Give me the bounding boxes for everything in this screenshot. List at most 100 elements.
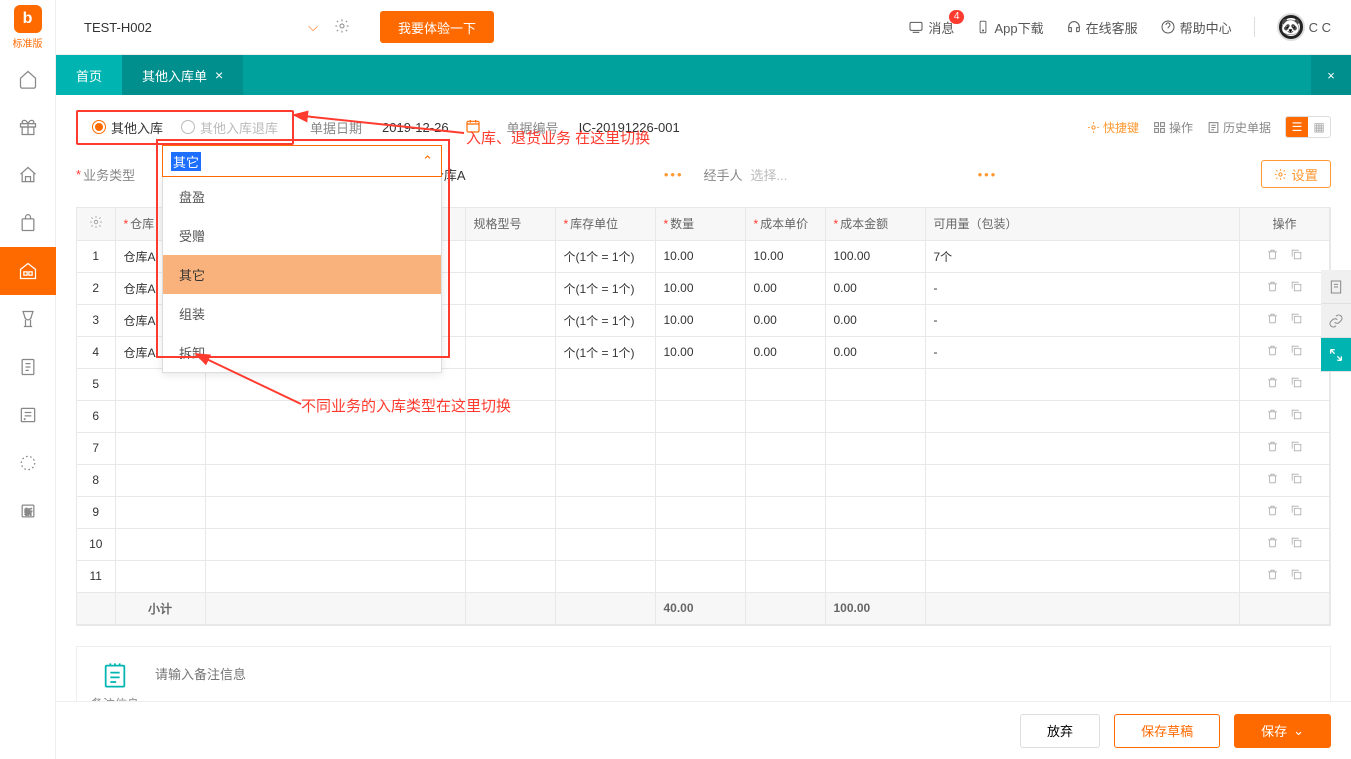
delete-icon[interactable] xyxy=(1266,472,1279,485)
nav-settings-icon[interactable] xyxy=(0,439,56,487)
copy-icon[interactable] xyxy=(1290,504,1303,517)
dropdown-item[interactable]: 组装 xyxy=(163,294,441,333)
copy-icon[interactable] xyxy=(1290,408,1303,421)
nav-home-icon[interactable] xyxy=(0,55,56,103)
nav-gift-icon[interactable] xyxy=(0,103,56,151)
nav-warehouse-icon[interactable] xyxy=(0,247,56,295)
radio-other-return[interactable]: 其他入库退库 xyxy=(181,118,278,137)
table-row[interactable]: 11 xyxy=(77,560,1330,592)
col-gear[interactable] xyxy=(77,208,115,240)
nav-procure-icon[interactable] xyxy=(0,151,56,199)
history-link[interactable]: 历史单据 xyxy=(1207,119,1271,136)
radio-other-in[interactable]: 其他入库 xyxy=(92,118,163,137)
operation-link[interactable]: 操作 xyxy=(1153,119,1193,136)
delete-icon[interactable] xyxy=(1266,408,1279,421)
svg-text:新: 新 xyxy=(24,506,32,516)
chevron-up-icon: ⌃ xyxy=(422,153,433,169)
delete-icon[interactable] xyxy=(1266,376,1279,389)
float-link-icon[interactable] xyxy=(1321,304,1351,338)
copy-icon[interactable] xyxy=(1290,312,1303,325)
warehouse-more-icon[interactable]: ••• xyxy=(664,167,684,182)
view-list-icon[interactable]: ☰ xyxy=(1286,117,1308,137)
trial-button[interactable]: 我要体验一下 xyxy=(380,11,494,43)
table-row[interactable]: 10 xyxy=(77,528,1330,560)
tab-home[interactable]: 首页 xyxy=(56,55,122,95)
dropdown-item[interactable]: 拆卸 xyxy=(163,333,441,372)
help-center-button[interactable]: 帮助中心 xyxy=(1160,18,1232,37)
subtotal-qty: 40.00 xyxy=(655,592,745,624)
biz-type-dropdown: 盘盈受赠其它组装拆卸 xyxy=(162,177,442,373)
app-download-button[interactable]: App下载 xyxy=(976,18,1043,37)
save-draft-button[interactable]: 保存草稿 xyxy=(1114,714,1220,748)
chevron-down-icon: ⌵ xyxy=(308,19,318,35)
settings-button[interactable]: 设置 xyxy=(1261,160,1331,188)
tab-current[interactable]: 其他入库单 × xyxy=(122,55,243,95)
avatar: 🐼 xyxy=(1277,13,1305,41)
handler-more-icon[interactable]: ••• xyxy=(978,167,998,182)
dropdown-item[interactable]: 盘盈 xyxy=(163,177,441,216)
delete-icon[interactable] xyxy=(1266,504,1279,517)
doc-no-value: IC-20191226-001 xyxy=(579,120,680,135)
messages-button[interactable]: 消息 4 xyxy=(908,18,954,37)
remark-input[interactable] xyxy=(155,661,1316,688)
org-selector[interactable]: TEST-H002 ⌵ xyxy=(76,11,326,43)
col-price: *成本单价 xyxy=(745,208,825,240)
subtotal-label: 小计 xyxy=(115,592,205,624)
dropdown-item[interactable]: 其它 xyxy=(163,255,441,294)
right-float-bar xyxy=(1321,270,1351,372)
save-button[interactable]: 保存 ⌄ xyxy=(1234,714,1331,748)
copy-icon[interactable] xyxy=(1290,440,1303,453)
table-row[interactable]: 9 xyxy=(77,496,1330,528)
delete-icon[interactable] xyxy=(1266,440,1279,453)
delete-icon[interactable] xyxy=(1266,568,1279,581)
copy-icon[interactable] xyxy=(1290,536,1303,549)
copy-icon[interactable] xyxy=(1290,248,1303,261)
gear-icon[interactable] xyxy=(334,18,350,37)
copy-icon[interactable] xyxy=(1290,280,1303,293)
delete-icon[interactable] xyxy=(1266,312,1279,325)
close-all-tabs[interactable]: × xyxy=(1311,55,1351,95)
date-value[interactable]: 2019-12-26 xyxy=(382,120,449,135)
handler-label: 经手人 xyxy=(704,165,743,184)
biz-type-input[interactable]: 其它 ⌃ xyxy=(162,145,442,177)
view-toggle: ☰ ▦ xyxy=(1285,116,1331,138)
content-area: 其他入库 其他入库退库 单据日期 2019-12-26 单据编号 IC-2019… xyxy=(56,95,1351,759)
logo: b 标准版 xyxy=(0,0,56,55)
table-row[interactable]: 7 xyxy=(77,432,1330,464)
shortcut-link[interactable]: 快捷键 xyxy=(1087,119,1139,136)
col-qty: *数量 xyxy=(655,208,745,240)
float-expand-icon[interactable] xyxy=(1321,338,1351,372)
user-menu[interactable]: 🐼 C C xyxy=(1277,13,1331,41)
delete-icon[interactable] xyxy=(1266,344,1279,357)
org-name: TEST-H002 xyxy=(84,20,152,35)
nav-sale-icon[interactable] xyxy=(0,199,56,247)
table-row[interactable]: 8 xyxy=(77,464,1330,496)
handler-input[interactable]: 选择... xyxy=(751,165,788,184)
copy-icon[interactable] xyxy=(1290,376,1303,389)
nav-doc-icon[interactable] xyxy=(0,391,56,439)
note-icon xyxy=(101,661,129,689)
view-grid-icon[interactable]: ▦ xyxy=(1308,117,1330,137)
calendar-icon[interactable] xyxy=(465,118,481,137)
delete-icon[interactable] xyxy=(1266,536,1279,549)
dropdown-item[interactable]: 受赠 xyxy=(163,216,441,255)
discard-button[interactable]: 放弃 xyxy=(1020,714,1100,748)
float-doc-icon[interactable] xyxy=(1321,270,1351,304)
col-unit: *库存单位 xyxy=(555,208,655,240)
copy-icon[interactable] xyxy=(1290,472,1303,485)
table-row[interactable]: 6 xyxy=(77,400,1330,432)
date-label: 单据日期 xyxy=(310,118,362,137)
close-icon[interactable]: × xyxy=(215,67,223,83)
doc-no-label: 单据编号 xyxy=(507,118,559,137)
col-amount: *成本金额 xyxy=(825,208,925,240)
online-service-button[interactable]: 在线客服 xyxy=(1066,18,1138,37)
copy-icon[interactable] xyxy=(1290,568,1303,581)
nav-report-icon[interactable] xyxy=(0,343,56,391)
copy-icon[interactable] xyxy=(1290,344,1303,357)
delete-icon[interactable] xyxy=(1266,280,1279,293)
footer: 放弃 保存草稿 保存 ⌄ xyxy=(56,701,1351,759)
nav-finance-icon[interactable] xyxy=(0,295,56,343)
biz-type-label: 业务类型 xyxy=(83,165,135,184)
nav-new-icon[interactable]: 新 xyxy=(0,487,56,535)
delete-icon[interactable] xyxy=(1266,248,1279,261)
